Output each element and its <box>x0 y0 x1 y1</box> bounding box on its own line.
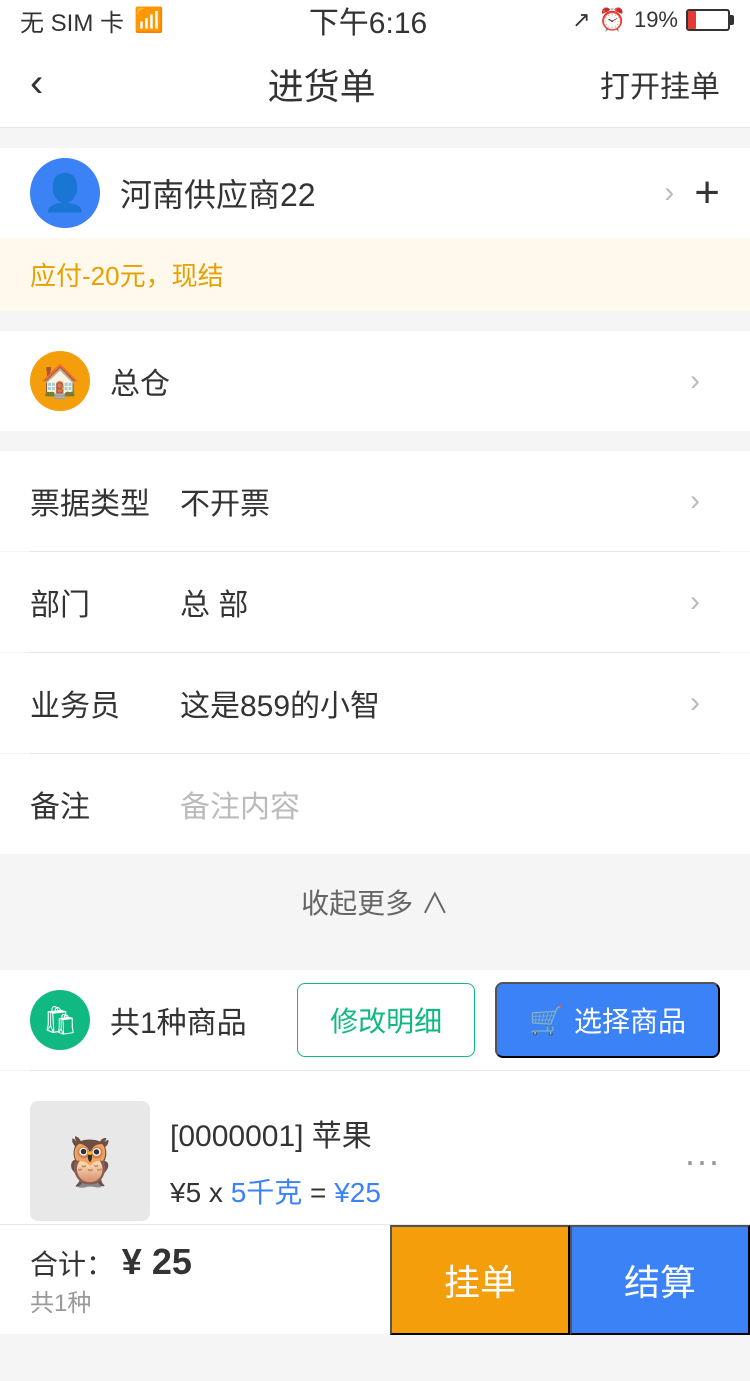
status-bar-left: 无 SIM 卡 📶 <box>20 3 164 38</box>
product-title: 苹果 <box>312 1120 372 1153</box>
bag-icon: 🛍 <box>42 1004 78 1037</box>
wifi-icon: 📶 <box>134 6 164 35</box>
equals-sign: = <box>302 1177 334 1208</box>
department-label: 部门 <box>30 580 180 624</box>
quantity: 5千克 <box>231 1177 303 1208</box>
products-count: 共1种商品 <box>110 998 297 1042</box>
gap-4 <box>0 950 750 970</box>
add-supplier-button[interactable]: + <box>694 168 720 218</box>
products-header: 🛍 共1种商品 修改明细 🛒 选择商品 <box>0 970 750 1070</box>
supplier-name: 河南供应商22 <box>120 170 664 216</box>
carrier-text: 无 SIM 卡 <box>20 3 124 38</box>
gap-1 <box>0 128 750 148</box>
products-icon: 🛍 <box>30 990 90 1050</box>
unit-price: ¥5 x <box>170 1177 231 1208</box>
page-title: 进货单 <box>268 58 376 110</box>
total-sub: 共1种 <box>30 1283 360 1318</box>
product-thumbnail: 🦉 <box>30 1101 150 1221</box>
checkout-button[interactable]: 结算 <box>570 1225 750 1335</box>
ticket-type-chevron-icon: › <box>690 484 700 518</box>
warehouse-chevron-icon: › <box>690 364 700 398</box>
ticket-type-label: 票据类型 <box>30 479 180 523</box>
total-area: 合计： ¥ 25 共1种 <box>0 1241 390 1318</box>
product-code: [0000001] <box>170 1120 312 1153</box>
supplier-avatar: 👤 <box>30 158 100 228</box>
location-icon: ↗ <box>572 7 590 33</box>
gap-2 <box>0 311 750 331</box>
product-more-button[interactable]: ··· <box>684 1140 720 1182</box>
warehouse-name: 总仓 <box>110 359 690 403</box>
department-value: 总 部 <box>180 580 690 624</box>
remark-row[interactable]: 备注 备注内容 <box>0 754 750 854</box>
product-price-row: ¥5 x 5千克 = ¥25 <box>170 1171 664 1211</box>
status-bar: 无 SIM 卡 📶 下午6:16 ↗ ⏰ 19% <box>0 0 750 40</box>
back-button[interactable]: ‹ <box>30 61 43 106</box>
time-display: 下午6:16 <box>309 0 427 42</box>
product-info: [0000001] 苹果 ¥5 x 5千克 = ¥25 <box>170 1111 664 1211</box>
salesperson-value: 这是859的小智 <box>180 681 690 725</box>
nav-bar: ‹ 进货单 打开挂单 <box>0 40 750 128</box>
department-row[interactable]: 部门 总 部 › <box>0 552 750 652</box>
collapse-bar[interactable]: 收起更多 ∧ <box>0 854 750 950</box>
product-thumb-owl: 🦉 <box>60 1133 120 1190</box>
salesperson-chevron-icon: › <box>690 686 700 720</box>
total-amount: ¥ 25 <box>122 1241 192 1282</box>
battery-indicator <box>686 9 730 31</box>
product-name: [0000001] 苹果 <box>170 1111 664 1155</box>
notice-bar: 应付-20元，现结 <box>0 238 750 311</box>
battery-text: 19% <box>634 7 678 33</box>
pending-button[interactable]: 挂单 <box>390 1225 570 1335</box>
salesperson-row[interactable]: 业务员 这是859的小智 › <box>0 653 750 753</box>
cart-icon: 🛒 <box>529 1004 564 1037</box>
open-pending-button[interactable]: 打开挂单 <box>600 62 720 106</box>
department-chevron-icon: › <box>690 585 700 619</box>
status-bar-right: ↗ ⏰ 19% <box>572 7 730 33</box>
supplier-chevron-icon: › <box>664 176 674 210</box>
remark-input[interactable]: 备注内容 <box>180 782 720 826</box>
total-label: 合计： <box>30 1249 114 1280</box>
alarm-icon: ⏰ <box>599 7 626 33</box>
ticket-type-row[interactable]: 票据类型 不开票 › <box>0 451 750 551</box>
select-product-button[interactable]: 🛒 选择商品 <box>495 982 720 1058</box>
remark-label: 备注 <box>30 782 180 826</box>
warehouse-section[interactable]: 🏠 总仓 › <box>0 331 750 431</box>
bottom-bar: 合计： ¥ 25 共1种 挂单 结算 <box>0 1224 750 1334</box>
warehouse-icon: 🏠 <box>30 351 90 411</box>
total-price: ¥25 <box>334 1177 381 1208</box>
avatar-icon: 👤 <box>43 172 88 214</box>
gap-3 <box>0 431 750 451</box>
salesperson-label: 业务员 <box>30 681 180 725</box>
modify-detail-button[interactable]: 修改明细 <box>297 983 475 1057</box>
total-row: 合计： ¥ 25 <box>30 1241 360 1283</box>
supplier-section[interactable]: 👤 河南供应商22 › + <box>0 148 750 238</box>
ticket-type-value: 不开票 <box>180 479 690 523</box>
